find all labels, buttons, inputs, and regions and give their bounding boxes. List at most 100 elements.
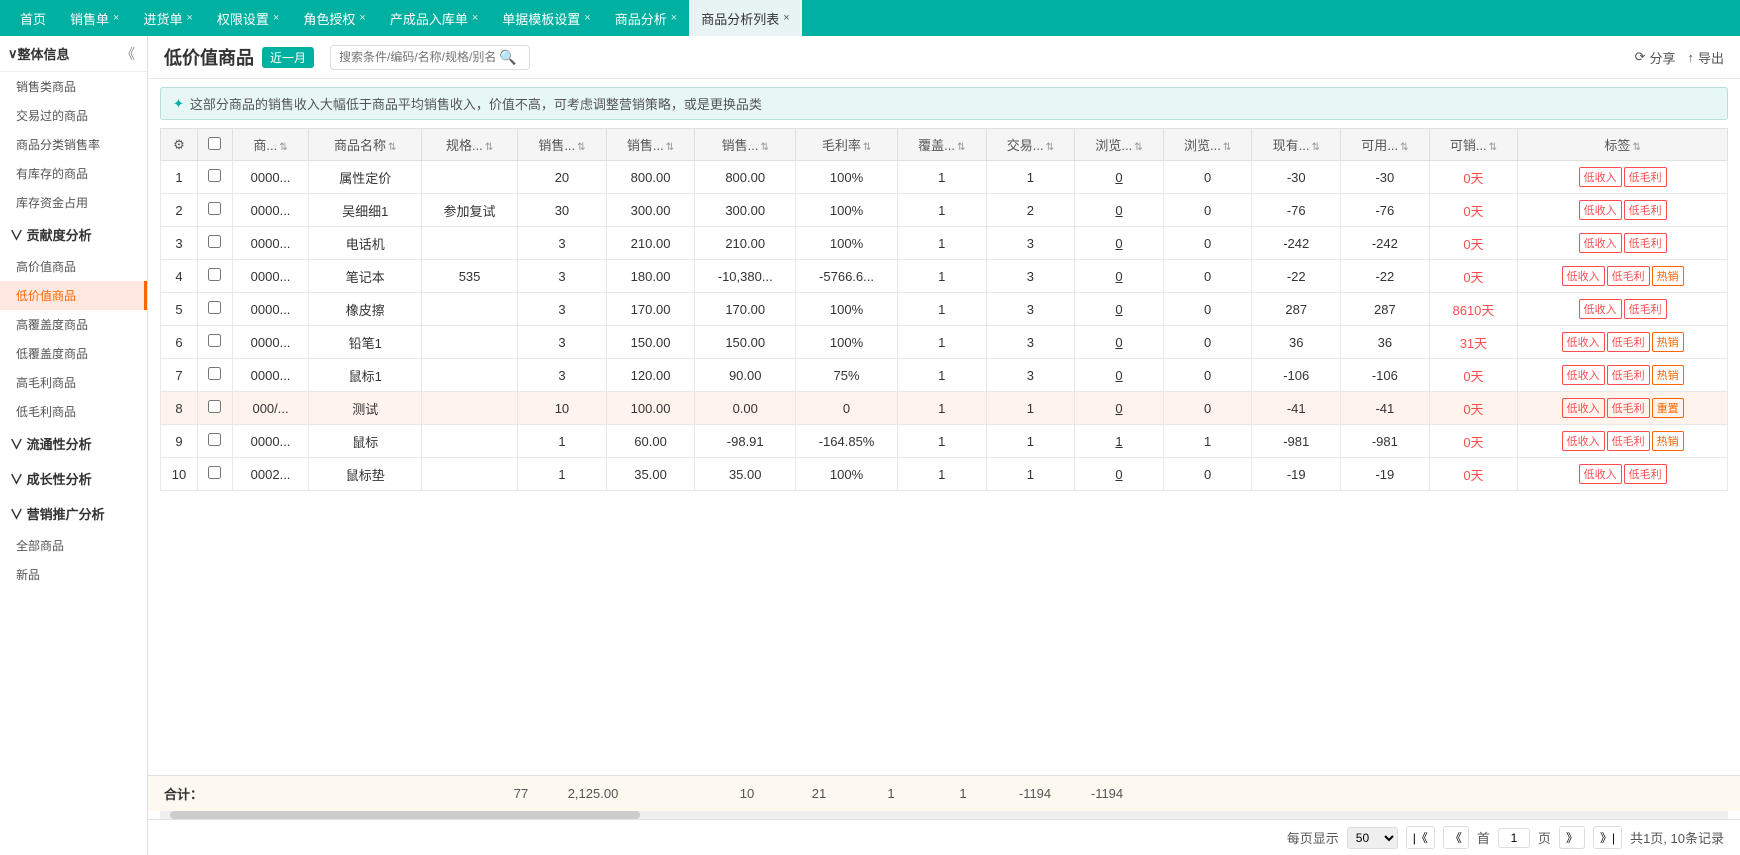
sidebar-collapse-btn[interactable]: 《 [117, 42, 139, 66]
last-page-btn[interactable]: 》| [1593, 826, 1622, 849]
col-spec[interactable]: 规格...⇅ [421, 129, 517, 161]
row-checkbox[interactable] [208, 169, 221, 182]
col-browse2[interactable]: 浏览...⇅ [1163, 129, 1252, 161]
next-page-btn[interactable]: 》 [1559, 826, 1585, 849]
close-icon[interactable]: × [472, 12, 478, 24]
search-box[interactable]: 🔍 [330, 45, 530, 70]
search-input[interactable] [339, 50, 499, 64]
sidebar-item-high-margin[interactable]: 高毛利商品 [0, 368, 147, 397]
sidebar-item-low-coverage[interactable]: 低覆盖度商品 [0, 339, 147, 368]
table-row[interactable]: 8 000/... 测试 10 100.00 0.00 0 1 1 0 0 -4… [161, 392, 1728, 425]
nav-tab-inbound[interactable]: 产成品入库单 × [378, 0, 490, 36]
nav-tab-product-list[interactable]: 商品分析列表 × [689, 0, 801, 36]
cell-checkbox[interactable] [197, 392, 232, 425]
sidebar-group-marketing[interactable]: ∨ 营销推广分析 [0, 496, 147, 531]
first-page-btn[interactable]: |《 [1406, 826, 1435, 849]
col-sales2[interactable]: 销售...⇅ [606, 129, 695, 161]
browse1-link[interactable]: 0 [1115, 467, 1122, 482]
table-row[interactable]: 3 0000... 电话机 3 210.00 210.00 100% 1 3 0… [161, 227, 1728, 260]
row-checkbox[interactable] [208, 400, 221, 413]
cell-browse1[interactable]: 0 [1075, 326, 1164, 359]
table-row[interactable]: 2 0000... 吴细细1 参加复试 30 300.00 300.00 100… [161, 194, 1728, 227]
row-checkbox[interactable] [208, 334, 221, 347]
prev-page-btn[interactable]: 《 [1443, 826, 1469, 849]
period-badge[interactable]: 近一月 [262, 47, 314, 68]
nav-tab-template[interactable]: 单据模板设置 × [490, 0, 602, 36]
nav-home[interactable]: 首页 [8, 0, 58, 36]
sidebar-item-all-products[interactable]: 全部商品 [0, 531, 147, 560]
cell-checkbox[interactable] [197, 293, 232, 326]
table-row[interactable]: 4 0000... 笔记本 535 3 180.00 -10,380... -5… [161, 260, 1728, 293]
cell-checkbox[interactable] [197, 161, 232, 194]
sidebar-item-sales-products[interactable]: 销售类商品 [0, 72, 147, 101]
close-icon[interactable]: × [113, 12, 119, 24]
sidebar-item-high-value[interactable]: 高价值商品 [0, 252, 147, 281]
export-button[interactable]: ↑ 导出 [1687, 48, 1724, 67]
browse1-link[interactable]: 0 [1115, 335, 1122, 350]
select-all-checkbox[interactable] [208, 137, 221, 150]
browse1-link[interactable]: 0 [1115, 302, 1122, 317]
table-row[interactable]: 6 0000... 铅笔1 3 150.00 150.00 100% 1 3 0… [161, 326, 1728, 359]
sidebar-item-traded[interactable]: 交易过的商品 [0, 101, 147, 130]
sidebar-group-overall[interactable]: ∨ 整体信息 [8, 40, 70, 67]
cell-checkbox[interactable] [197, 260, 232, 293]
col-sales1[interactable]: 销售...⇅ [518, 129, 607, 161]
sidebar-item-category-rate[interactable]: 商品分类销售率 [0, 130, 147, 159]
nav-tab-permission[interactable]: 权限设置 × [205, 0, 291, 36]
sidebar-item-low-margin[interactable]: 低毛利商品 [0, 397, 147, 426]
table-row[interactable]: 5 0000... 橡皮擦 3 170.00 170.00 100% 1 3 0… [161, 293, 1728, 326]
sidebar-item-high-coverage[interactable]: 高覆盖度商品 [0, 310, 147, 339]
cell-browse1[interactable]: 1 [1075, 425, 1164, 458]
browse1-link[interactable]: 0 [1115, 401, 1122, 416]
page-number-input[interactable] [1498, 828, 1530, 848]
col-trade[interactable]: 交易...⇅ [986, 129, 1075, 161]
cell-checkbox[interactable] [197, 458, 232, 491]
nav-tab-sales[interactable]: 销售单 × [58, 0, 131, 36]
sidebar-item-inventory-capital[interactable]: 库存资金占用 [0, 188, 147, 217]
row-checkbox[interactable] [208, 202, 221, 215]
sidebar-item-in-stock[interactable]: 有库存的商品 [0, 159, 147, 188]
search-icon[interactable]: 🔍 [499, 49, 516, 66]
row-checkbox[interactable] [208, 367, 221, 380]
cell-browse1[interactable]: 0 [1075, 260, 1164, 293]
cell-browse1[interactable]: 0 [1075, 458, 1164, 491]
col-code[interactable]: 商...⇅ [232, 129, 309, 161]
share-button[interactable]: ⟳ 分享 [1635, 48, 1676, 67]
browse1-link[interactable]: 1 [1115, 434, 1122, 449]
col-settings[interactable]: ⚙ [161, 129, 198, 161]
col-gross-rate[interactable]: 毛利率⇅ [796, 129, 898, 161]
table-row[interactable]: 7 0000... 鼠标1 3 120.00 90.00 75% 1 3 0 0… [161, 359, 1728, 392]
per-page-select[interactable]: 50 100 200 [1347, 827, 1398, 849]
col-checkbox[interactable] [197, 129, 232, 161]
cell-browse1[interactable]: 0 [1075, 194, 1164, 227]
browse1-link[interactable]: 0 [1115, 269, 1122, 284]
col-coverage[interactable]: 覆盖...⇅ [897, 129, 986, 161]
nav-tab-product-analysis[interactable]: 商品分析 × [603, 0, 689, 36]
col-saleable[interactable]: 可销...⇅ [1429, 129, 1518, 161]
cell-browse1[interactable]: 0 [1075, 161, 1164, 194]
col-current[interactable]: 现有...⇅ [1252, 129, 1341, 161]
cell-checkbox[interactable] [197, 359, 232, 392]
cell-browse1[interactable]: 0 [1075, 392, 1164, 425]
nav-tab-role[interactable]: 角色授权 × [291, 0, 377, 36]
cell-browse1[interactable]: 0 [1075, 359, 1164, 392]
sidebar-item-new-products[interactable]: 新品 [0, 560, 147, 589]
sidebar-group-circulation[interactable]: ∨ 流通性分析 [0, 426, 147, 461]
browse1-link[interactable]: 0 [1115, 170, 1122, 185]
row-checkbox[interactable] [208, 268, 221, 281]
table-wrapper[interactable]: ⚙ 商...⇅ 商品名称⇅ 规格...⇅ 销售...⇅ 销售...⇅ 销售...… [148, 128, 1740, 775]
cell-checkbox[interactable] [197, 227, 232, 260]
col-tags[interactable]: 标签⇅ [1518, 129, 1728, 161]
col-name[interactable]: 商品名称⇅ [309, 129, 422, 161]
cell-browse1[interactable]: 0 [1075, 227, 1164, 260]
row-checkbox[interactable] [208, 433, 221, 446]
cell-browse1[interactable]: 0 [1075, 293, 1164, 326]
col-available[interactable]: 可用...⇅ [1341, 129, 1430, 161]
table-row[interactable]: 10 0002... 鼠标垫 1 35.00 35.00 100% 1 1 0 … [161, 458, 1728, 491]
sidebar-item-low-value[interactable]: 低价值商品 [0, 281, 147, 310]
browse1-link[interactable]: 0 [1115, 203, 1122, 218]
col-browse1[interactable]: 浏览...⇅ [1075, 129, 1164, 161]
close-icon[interactable]: × [584, 12, 590, 24]
close-icon[interactable]: × [671, 12, 677, 24]
cell-checkbox[interactable] [197, 194, 232, 227]
